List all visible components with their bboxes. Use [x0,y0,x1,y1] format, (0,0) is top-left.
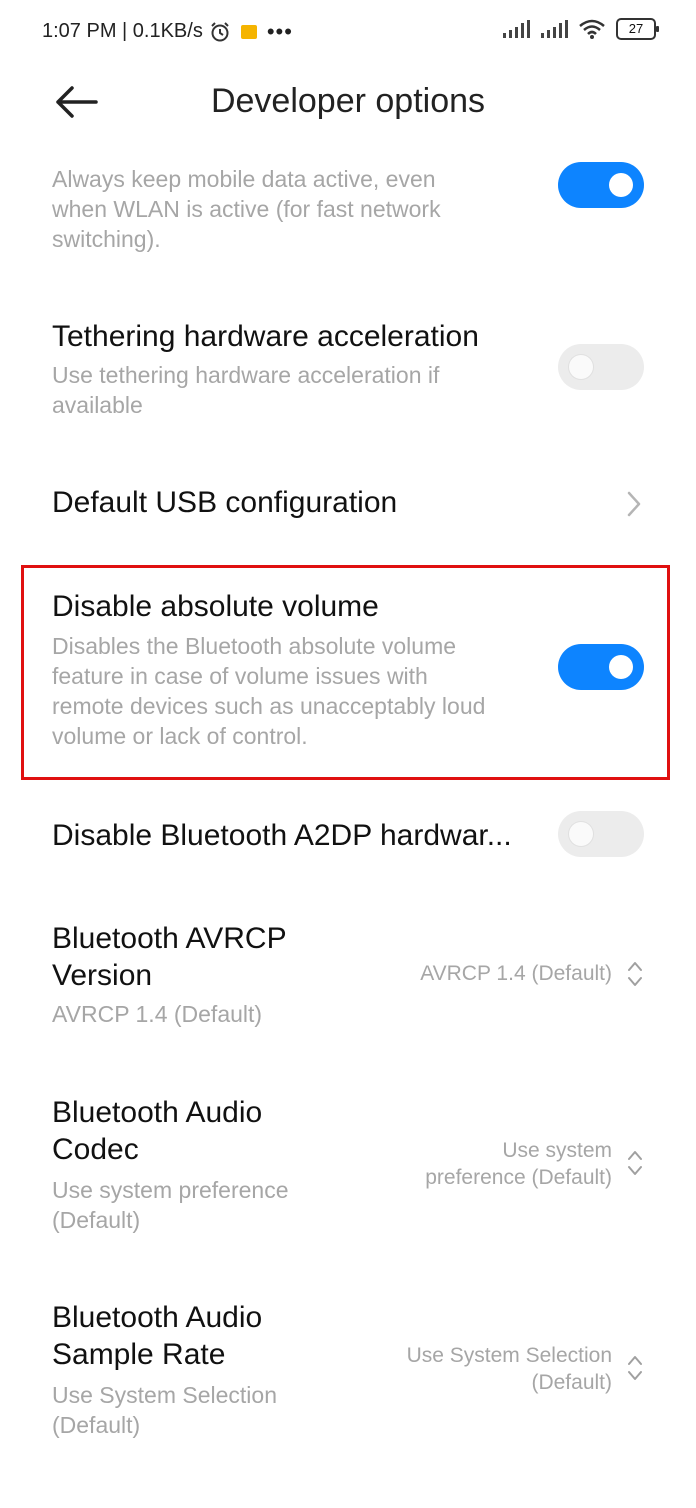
setting-tethering-acceleration[interactable]: Tethering hardware acceleration Use teth… [0,318,696,428]
setting-title: Bluetooth Audio [52,1301,263,1334]
setting-title: Codec [52,1133,139,1166]
wifi-icon [579,19,605,39]
chevron-right-icon [627,491,641,517]
setting-subtitle-line: switching). [52,226,161,252]
up-down-chevron-icon [628,1356,642,1380]
setting-subtitle-line: Always keep mobile data active, even [52,166,436,192]
mobile-data-toggle[interactable] [558,162,644,208]
status-right: 27 [502,18,659,40]
setting-title: Bluetooth AVRCP [52,922,287,955]
sample-rate-selected-value-line: (Default) [531,1371,612,1394]
setting-subtitle-line: AVRCP 1.4 (Default) [52,1001,263,1027]
up-down-chevron-icon [628,1151,642,1175]
setting-subtitle-line: (Default) [52,1207,141,1233]
setting-subtitle-line: Use tethering hardware acceleration if [52,362,440,388]
page-title: Developer options [210,82,486,120]
setting-subtitle-line: Use system preference [52,1177,289,1203]
sample-rate-selected-value-line: Use System Selection [406,1344,612,1367]
notification-icon [240,24,257,39]
signal-icon [503,20,530,38]
battery-icon: 27 [616,18,659,40]
status-bar: 1:07 PM | 0.1KB/s ••• 27 [0,0,696,64]
signal-icon-2 [541,20,568,38]
setting-subtitle-line: Use System Selection [52,1382,277,1408]
setting-subtitle-line: (Default) [52,1412,141,1438]
up-down-chevron-icon [628,962,642,986]
avrcp-selected-value: AVRCP 1.4 (Default) [420,962,612,985]
setting-title: Tethering hardware acceleration [52,320,479,353]
setting-title: Bluetooth Audio [52,1096,263,1129]
setting-audio-codec[interactable]: Bluetooth Audio Codec Use system prefere… [0,1094,696,1239]
alarm-icon [211,21,229,41]
setting-subtitle-line: when WLAN is active (for fast network [52,196,441,222]
setting-title: Default USB configuration [52,486,398,519]
setting-avrcp-version[interactable]: Bluetooth AVRCP Version AVRCP 1.4 (Defau… [0,920,696,1040]
setting-disable-a2dp-offload[interactable]: Disable Bluetooth A2DP hardwar... [0,811,696,865]
tethering-toggle[interactable] [558,344,644,390]
setting-title: Disable Bluetooth A2DP hardwar... [52,819,512,852]
setting-title: Version [52,959,153,992]
setting-subtitle-line: available [52,392,143,418]
codec-selected-value-line: Use system [502,1139,612,1162]
app-header: Developer options [0,64,696,144]
setting-title: Sample Rate [52,1338,226,1371]
more-notifications-icon: ••• [266,18,293,44]
setting-mobile-data-always-on[interactable]: Always keep mobile data active, even whe… [0,150,696,260]
highlight-box [21,565,670,780]
status-time-network: 1:07 PM | 0.1KB/s [42,20,203,42]
codec-selected-value-line: preference (Default) [425,1166,612,1189]
setting-audio-sample-rate[interactable]: Bluetooth Audio Sample Rate Use System S… [0,1299,696,1444]
setting-default-usb[interactable]: Default USB configuration [0,484,696,528]
status-left: 1:07 PM | 0.1KB/s ••• [42,20,293,43]
a2dp-toggle[interactable] [558,811,644,857]
